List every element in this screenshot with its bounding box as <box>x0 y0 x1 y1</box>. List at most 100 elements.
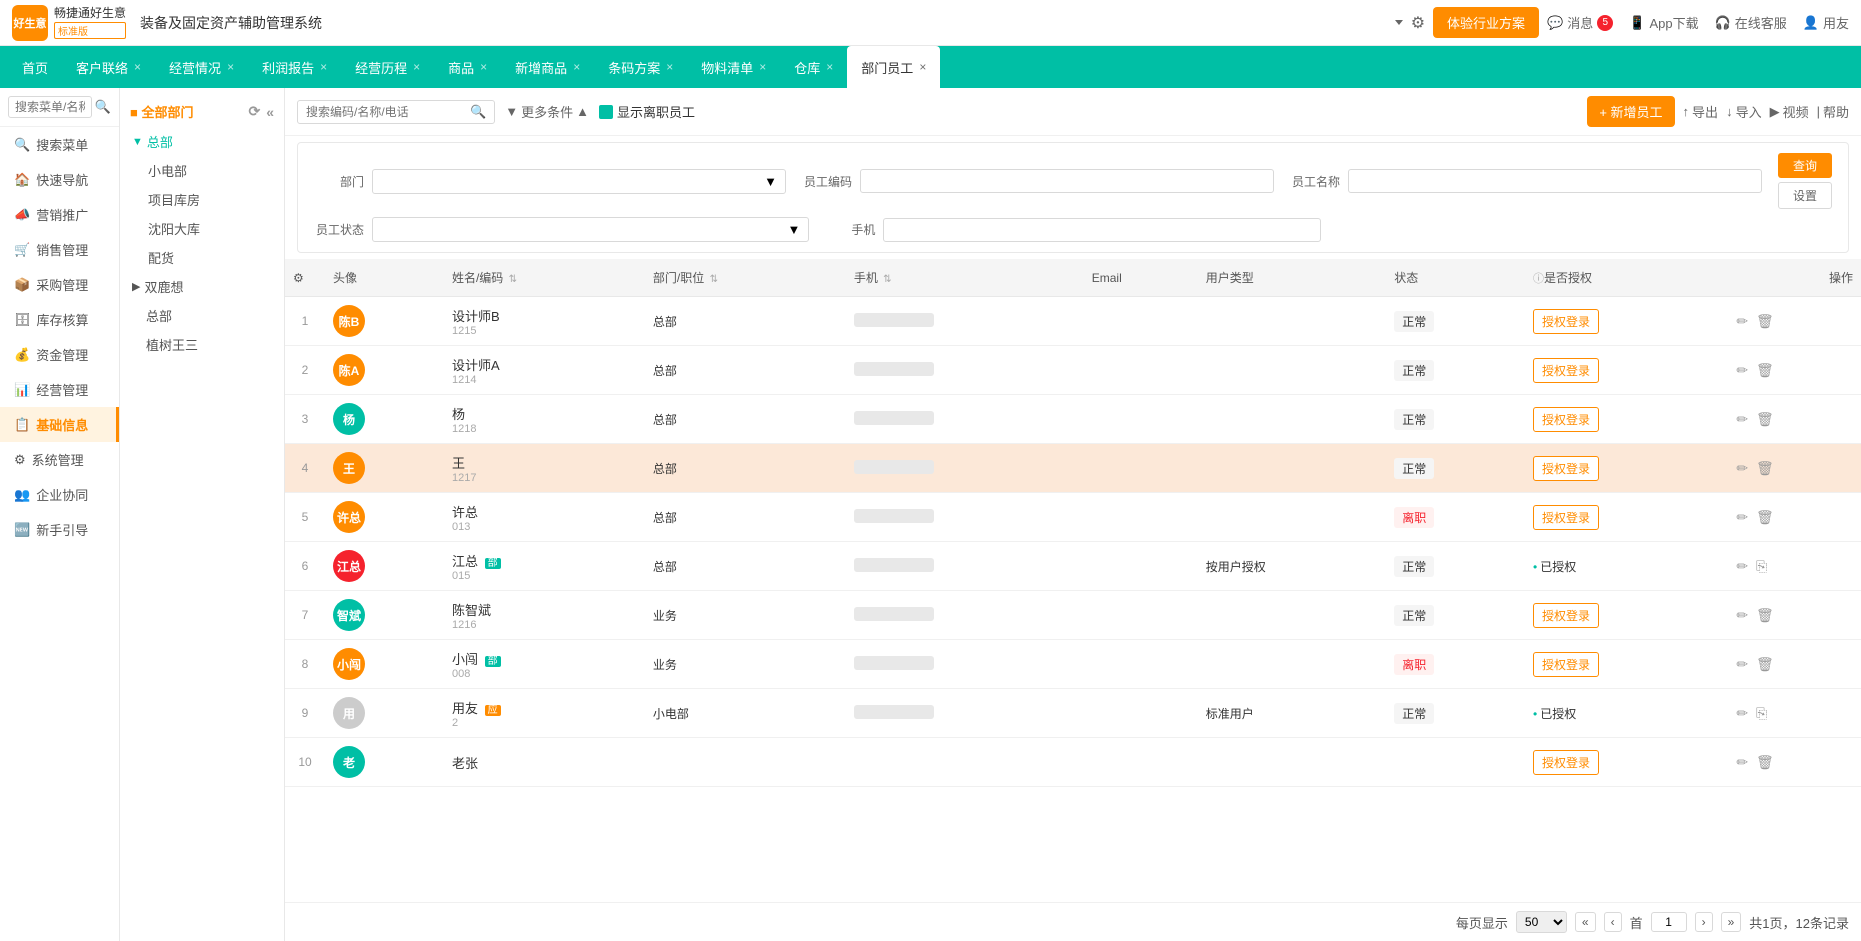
online-service-button[interactable]: 🎧 在线客服 <box>1715 13 1787 32</box>
edit-icon[interactable]: ✏ <box>1736 362 1748 379</box>
tree-node-shuanglu[interactable]: ▶ 双鹿想 <box>120 272 284 301</box>
edit-icon[interactable]: ✏ <box>1736 607 1748 624</box>
settings-icon[interactable]: ⚙ <box>1411 13 1425 33</box>
tree-child-shenyang[interactable]: 沈阳大库 <box>120 214 284 243</box>
delete-icon[interactable]: 🗑 <box>1756 607 1774 624</box>
col-settings[interactable]: ⚙ <box>285 259 325 297</box>
sidebar-item-sales[interactable]: 🛒 销售管理 <box>0 232 119 267</box>
search-input[interactable] <box>306 105 466 119</box>
last-page-button[interactable]: » <box>1721 912 1742 932</box>
auth-button[interactable]: 授权登录 <box>1533 309 1599 334</box>
filter-phone-input[interactable] <box>892 223 1311 237</box>
delete-icon[interactable]: 🗑 <box>1756 754 1774 771</box>
tab-add-goods-close[interactable]: × <box>573 60 580 74</box>
copy-icon[interactable]: ⎘ <box>1756 558 1767 575</box>
search-input-icon[interactable]: 🔍 <box>470 104 486 120</box>
filter-emp-name-input[interactable] <box>1357 174 1753 188</box>
sidebar-item-guide[interactable]: 🆕 新手引导 <box>0 512 119 547</box>
sidebar-item-inventory[interactable]: 🗄 库存核算 <box>0 302 119 337</box>
tab-warehouse[interactable]: 仓库 × <box>780 46 847 88</box>
delete-icon[interactable]: 🗑 <box>1756 411 1774 428</box>
filter-emp-code-input[interactable] <box>869 174 1265 188</box>
auth-button[interactable]: 授权登录 <box>1533 358 1599 383</box>
prev-page-button[interactable]: ‹ <box>1604 912 1622 932</box>
sidebar-item-marketing[interactable]: 📣 营销推广 <box>0 197 119 232</box>
auth-button[interactable]: 授权登录 <box>1533 407 1599 432</box>
delete-icon[interactable]: 🗑 <box>1756 460 1774 477</box>
edit-icon[interactable]: ✏ <box>1736 313 1748 330</box>
delete-icon[interactable]: 🗑 <box>1756 313 1774 330</box>
tab-department-close[interactable]: × <box>919 60 926 74</box>
sidebar-item-management[interactable]: 📊 经营管理 <box>0 372 119 407</box>
tree-collapse-icon[interactable]: « <box>266 104 274 120</box>
tree-child-project[interactable]: 项目库房 <box>120 185 284 214</box>
tab-material[interactable]: 物料清单 × <box>687 46 780 88</box>
delete-icon[interactable]: 🗑 <box>1756 509 1774 526</box>
sidebar-item-purchase[interactable]: 📦 采购管理 <box>0 267 119 302</box>
tree-child-dispatch[interactable]: 配货 <box>120 243 284 272</box>
sidebar-item-finance[interactable]: 💰 资金管理 <box>0 337 119 372</box>
page-size-select[interactable]: 50 100 <box>1516 911 1567 933</box>
sidebar-item-search[interactable]: 🔍 搜索菜单 <box>0 127 119 162</box>
show-inactive-checkbox[interactable]: 显示离职员工 <box>599 102 695 121</box>
edit-icon[interactable]: ✏ <box>1736 411 1748 428</box>
tree-node-zhishu[interactable]: 植树王三 <box>120 330 284 359</box>
tab-barcode[interactable]: 条码方案 × <box>594 46 687 88</box>
auth-button[interactable]: 授权登录 <box>1533 456 1599 481</box>
tab-home[interactable]: 首页 <box>8 46 62 88</box>
trial-button[interactable]: 体验行业方案 <box>1433 7 1539 38</box>
filter-status-input-wrap[interactable]: ▼ <box>372 217 809 242</box>
tab-barcode-close[interactable]: × <box>666 60 673 74</box>
tab-goods-close[interactable]: × <box>480 60 487 74</box>
col-name[interactable]: 姓名/编码 ⇅ <box>444 259 645 297</box>
tree-node-headquarter[interactable]: ▼ 总部 <box>120 127 284 156</box>
first-page-button[interactable]: « <box>1575 912 1596 932</box>
sidebar-search-input[interactable] <box>8 96 92 118</box>
messages-button[interactable]: 💬 消息 5 <box>1547 13 1613 32</box>
tab-history-close[interactable]: × <box>413 60 420 74</box>
auth-button[interactable]: 授权登录 <box>1533 652 1599 677</box>
edit-icon[interactable]: ✏ <box>1736 754 1748 771</box>
page-number-input[interactable] <box>1651 912 1687 932</box>
tab-profit-close[interactable]: × <box>320 60 327 74</box>
tab-history[interactable]: 经营历程 × <box>341 46 434 88</box>
more-filter-button[interactable]: ▼ 更多条件 ▲ <box>505 102 589 121</box>
tab-customer-close[interactable]: × <box>134 60 141 74</box>
reset-button[interactable]: 设置 <box>1778 182 1832 209</box>
delete-icon[interactable]: 🗑 <box>1756 362 1774 379</box>
query-button[interactable]: 查询 <box>1778 153 1832 178</box>
tree-refresh-icon[interactable]: ⟳ <box>248 103 260 120</box>
auth-button[interactable]: 授权登录 <box>1533 603 1599 628</box>
tab-operation-close[interactable]: × <box>227 60 234 74</box>
tab-customer[interactable]: 客户联络 × <box>62 46 155 88</box>
edit-icon[interactable]: ✏ <box>1736 509 1748 526</box>
copy-icon[interactable]: ⎘ <box>1756 705 1767 722</box>
tree-child-electric[interactable]: 小电部 <box>120 156 284 185</box>
app-download-button[interactable]: 📱 App下载 <box>1629 13 1698 32</box>
edit-icon[interactable]: ✏ <box>1736 460 1748 477</box>
view-button[interactable]: ▶ 视频 <box>1770 102 1809 121</box>
tab-material-close[interactable]: × <box>759 60 766 74</box>
sidebar-item-cooperation[interactable]: 👥 企业协同 <box>0 477 119 512</box>
user-menu-button[interactable]: 👤 用友 <box>1803 13 1849 32</box>
tab-warehouse-close[interactable]: × <box>826 60 833 74</box>
next-page-button[interactable]: › <box>1695 912 1713 932</box>
delete-icon[interactable]: 🗑 <box>1756 656 1774 673</box>
auth-button[interactable]: 授权登录 <box>1533 505 1599 530</box>
sidebar-item-basic-info[interactable]: 📋 基础信息 <box>0 407 119 442</box>
import-button[interactable]: ↓ 导入 <box>1726 102 1762 121</box>
tab-add-goods[interactable]: 新增商品 × <box>501 46 594 88</box>
edit-icon[interactable]: ✏ <box>1736 558 1748 575</box>
tab-goods[interactable]: 商品 × <box>434 46 501 88</box>
edit-icon[interactable]: ✏ <box>1736 656 1748 673</box>
sidebar-item-system[interactable]: ⚙ 系统管理 <box>0 442 119 477</box>
export-button[interactable]: ↑ 导出 <box>1683 102 1719 121</box>
col-phone[interactable]: 手机 ⇅ <box>846 259 1084 297</box>
col-dept[interactable]: 部门/职位 ⇅ <box>645 259 846 297</box>
tab-operation[interactable]: 经营情况 × <box>155 46 248 88</box>
tab-profit[interactable]: 利润报告 × <box>248 46 341 88</box>
edit-icon[interactable]: ✏ <box>1736 705 1748 722</box>
help-button[interactable]: | 帮助 <box>1817 102 1849 121</box>
system-title-dropdown-icon[interactable] <box>1395 20 1403 25</box>
tree-node-headquarter2[interactable]: 总部 <box>120 301 284 330</box>
